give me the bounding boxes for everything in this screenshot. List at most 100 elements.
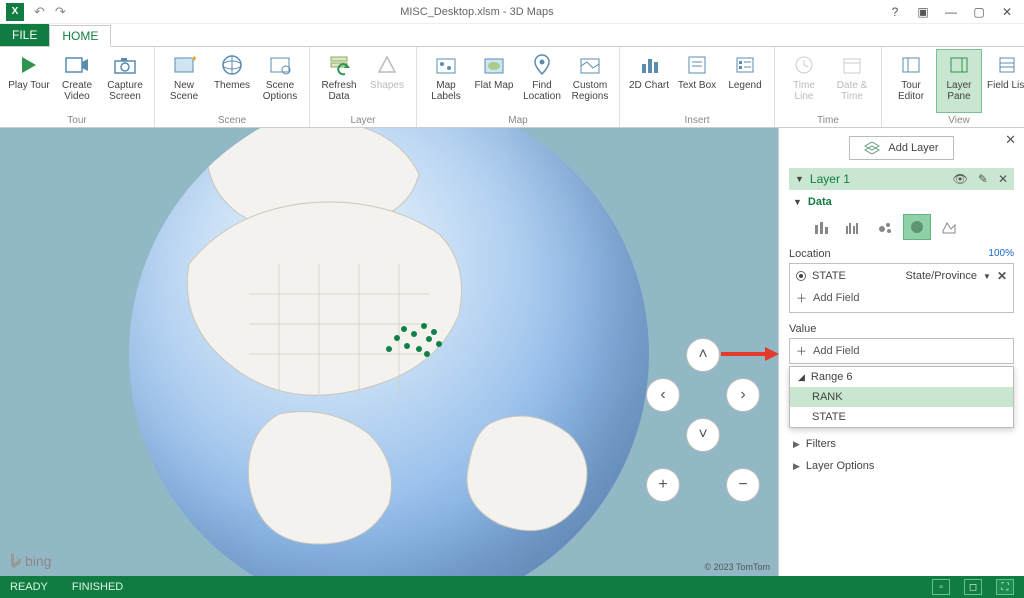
- close-pane-icon[interactable]: ✕: [1005, 132, 1016, 148]
- ribbon: Play Tour Create Video Capture Screen To…: [0, 46, 1024, 128]
- viz-clustered-column-button[interactable]: [839, 214, 867, 240]
- value-add-field-button[interactable]: ＋ Add Field: [790, 339, 1013, 363]
- flat-map-button[interactable]: Flat Map: [471, 49, 517, 113]
- statusbar-view2-icon[interactable]: ◻: [964, 579, 982, 595]
- plus-icon: ＋: [796, 290, 807, 306]
- refresh-data-button[interactable]: Refresh Data: [316, 49, 362, 113]
- data-section-header[interactable]: ▼ Data: [807, 196, 1014, 208]
- video-icon: [63, 52, 91, 78]
- undo-icon[interactable]: ↶: [34, 4, 45, 20]
- tour-editor-button[interactable]: Tour Editor: [888, 49, 934, 113]
- ribbon-options-icon[interactable]: ▣: [916, 5, 930, 19]
- textbox-icon: [683, 52, 711, 78]
- new-scene-icon: ✦: [170, 52, 198, 78]
- tomtom-attribution: © 2023 TomTom: [705, 562, 771, 572]
- delete-layer-icon[interactable]: ✕: [998, 172, 1008, 186]
- status-finished: FINISHED: [72, 581, 123, 593]
- rotate-left-button[interactable]: ‹: [646, 378, 680, 412]
- create-video-button[interactable]: Create Video: [54, 49, 100, 113]
- field-group-row[interactable]: ◢ Range 6: [790, 367, 1013, 387]
- group-label-map: Map: [423, 113, 613, 127]
- scene-options-icon: [266, 52, 294, 78]
- regions-icon: [576, 52, 604, 78]
- rotate-right-button[interactable]: ›: [726, 378, 760, 412]
- shapes-button[interactable]: Shapes: [364, 49, 410, 113]
- visualization-type-row: [807, 214, 1014, 240]
- location-field-row[interactable]: STATE State/Province ▼ ✕: [790, 266, 1013, 286]
- window-title: MISC_Desktop.xlsm - 3D Maps: [66, 6, 888, 18]
- group-label-view: View: [888, 113, 1024, 127]
- refresh-icon: [325, 52, 353, 78]
- layer-header[interactable]: ▼ Layer 1 👁 ✎ ✕: [789, 168, 1014, 190]
- globe-icon: [218, 52, 246, 78]
- remove-field-icon[interactable]: ✕: [997, 269, 1007, 283]
- location-geo-type[interactable]: State/Province: [905, 270, 977, 282]
- tab-home[interactable]: HOME: [49, 25, 111, 47]
- chevron-right-icon: ▶: [793, 439, 800, 450]
- zoom-in-button[interactable]: +: [646, 468, 680, 502]
- find-location-button[interactable]: Find Location: [519, 49, 565, 113]
- zoom-out-button[interactable]: −: [726, 468, 760, 502]
- location-add-field-button[interactable]: ＋ Add Field: [790, 286, 1013, 310]
- viz-stacked-column-button[interactable]: [807, 214, 835, 240]
- geo-type-dropdown-icon[interactable]: ▼: [983, 272, 991, 281]
- visibility-icon[interactable]: 👁: [953, 172, 968, 186]
- window-controls: ? ▣ — ▢ ✕: [888, 5, 1014, 19]
- close-icon[interactable]: ✕: [1000, 5, 1014, 19]
- custom-regions-button[interactable]: Custom Regions: [567, 49, 613, 113]
- collapse-icon[interactable]: ▼: [795, 174, 804, 184]
- viz-heatmap-button[interactable]: [903, 214, 931, 240]
- rename-icon[interactable]: ✎: [978, 172, 988, 186]
- redo-icon[interactable]: ↷: [55, 4, 66, 20]
- camera-icon: [111, 52, 139, 78]
- filters-section-header[interactable]: ▶ Filters: [793, 438, 1014, 450]
- layer-options-section-header[interactable]: ▶ Layer Options: [793, 460, 1014, 472]
- maximize-icon[interactable]: ▢: [972, 5, 986, 19]
- viz-bubble-button[interactable]: [871, 214, 899, 240]
- datetime-button[interactable]: Date & Time: [829, 49, 875, 113]
- location-confidence-link[interactable]: 100%: [988, 248, 1014, 260]
- themes-button[interactable]: Themes: [209, 49, 255, 113]
- minimize-icon[interactable]: —: [944, 5, 958, 19]
- map-canvas[interactable]: ˄ ‹ › ˅ + − bing © 2023 TomTom: [0, 128, 778, 576]
- field-list-button[interactable]: Field List: [984, 49, 1024, 113]
- statusbar-view1-icon[interactable]: ▫: [932, 579, 950, 595]
- group-label-layer: Layer: [316, 113, 410, 127]
- timeline-button[interactable]: Time Line: [781, 49, 827, 113]
- ribbon-group-view: Tour Editor Layer Pane Field List View: [882, 47, 1024, 127]
- new-scene-button[interactable]: ✦New Scene: [161, 49, 207, 113]
- tilt-down-button[interactable]: ˅: [686, 418, 720, 452]
- layer-name: Layer 1: [810, 172, 850, 186]
- shapes-icon: [373, 52, 401, 78]
- layers-icon: [864, 141, 880, 155]
- field-option-rank[interactable]: RANK: [790, 387, 1013, 407]
- calendar-icon: [838, 52, 866, 78]
- statusbar-view3-icon[interactable]: ⛶: [996, 579, 1014, 595]
- value-field-box: ＋ Add Field: [789, 338, 1014, 364]
- map-labels-icon: [432, 52, 460, 78]
- legend-button[interactable]: Legend: [722, 49, 768, 113]
- location-field-name: STATE: [812, 270, 846, 282]
- field-option-state[interactable]: STATE: [790, 407, 1013, 427]
- layer-pane-button[interactable]: Layer Pane: [936, 49, 982, 113]
- radio-selected-icon[interactable]: [796, 271, 806, 281]
- excel-logo-icon: X: [6, 3, 24, 21]
- expand-icon: ◢: [798, 372, 805, 383]
- add-layer-button[interactable]: Add Layer: [849, 136, 953, 160]
- tilt-up-button[interactable]: ˄: [686, 338, 720, 372]
- play-tour-button[interactable]: Play Tour: [6, 49, 52, 113]
- bing-logo-icon: [8, 552, 22, 570]
- value-label: Value: [789, 323, 816, 335]
- capture-screen-button[interactable]: Capture Screen: [102, 49, 148, 113]
- viz-region-button[interactable]: [935, 214, 963, 240]
- chart-icon: [635, 52, 663, 78]
- scene-options-button[interactable]: Scene Options: [257, 49, 303, 113]
- help-icon[interactable]: ?: [888, 5, 902, 19]
- callout-arrow-icon: [719, 344, 779, 367]
- tab-file[interactable]: FILE: [0, 24, 49, 46]
- 2d-chart-button[interactable]: 2D Chart: [626, 49, 672, 113]
- map-labels-button[interactable]: Map Labels: [423, 49, 469, 113]
- text-box-button[interactable]: Text Box: [674, 49, 720, 113]
- ribbon-group-insert: 2D Chart Text Box Legend Insert: [620, 47, 775, 127]
- workspace: ˄ ‹ › ˅ + − bing © 2023 TomTom ✕ Add Lay…: [0, 128, 1024, 576]
